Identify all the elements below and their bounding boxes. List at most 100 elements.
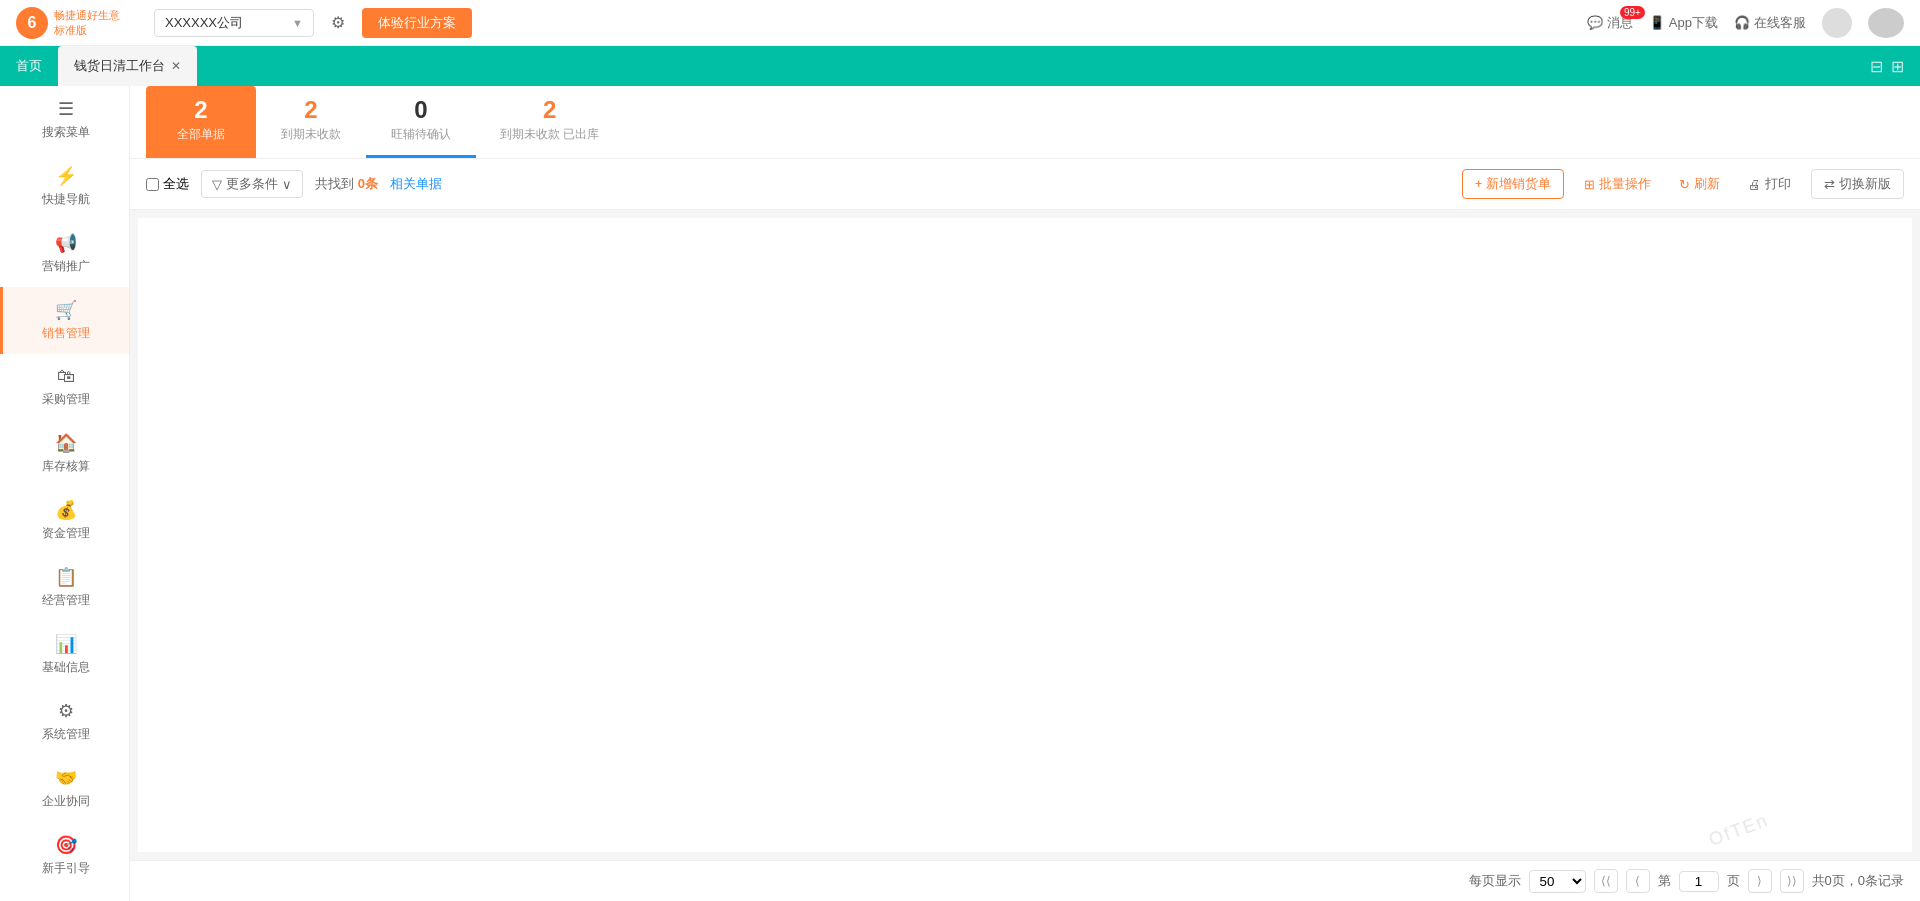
header-right: 💬 消息 99+ 📱 App下载 🎧 在线客服	[1587, 8, 1904, 38]
switch-version-button[interactable]: ⇄ 切换新版	[1811, 169, 1904, 199]
page-size-select[interactable]: 50 100 200	[1529, 870, 1586, 893]
page-last-button[interactable]: ⟩⟩	[1780, 869, 1804, 893]
sidebar-item-marketing[interactable]: 📢 营销推广	[0, 220, 129, 287]
avatar[interactable]	[1822, 8, 1852, 38]
stat-overdue-unshipped-number: 2	[543, 98, 556, 122]
filter-chevron-icon: ∨	[282, 177, 292, 192]
sidebar-item-app-center[interactable]: 📦 应用中心	[0, 889, 129, 901]
stat-all-label: 全部单据	[177, 126, 225, 143]
stat-tab-overdue-unshipped[interactable]: 2 到期未收款 已出库	[476, 86, 623, 158]
footer-bar: 每页显示 50 100 200 ⟨⟨ ⟨ 第 1 页 ⟩ ⟩⟩ 共0页，0条记录	[130, 860, 1920, 901]
app-download-label: App下载	[1669, 14, 1718, 32]
page-first-button[interactable]: ⟨⟨	[1594, 869, 1618, 893]
trial-button[interactable]: 体验行业方案	[362, 8, 472, 38]
sidebar-item-cooperation-label: 企业协同	[42, 793, 90, 810]
tab-work-label: 钱货日清工作台	[74, 57, 165, 75]
add-sales-order-button[interactable]: + 新增销货单	[1462, 169, 1564, 199]
stat-wangpu-label: 旺辅待确认	[391, 126, 451, 143]
guide-icon: 🎯	[55, 834, 77, 856]
switch-label: 切换新版	[1839, 175, 1891, 193]
tab-expand-icon[interactable]: ⊞	[1891, 57, 1904, 76]
company-selector[interactable]: XXXXXX公司 ▼	[154, 9, 314, 37]
operations-icon: 📋	[55, 566, 77, 588]
print-button[interactable]: 🖨 打印	[1740, 170, 1799, 198]
app-download-button[interactable]: 📱 App下载	[1649, 14, 1718, 32]
logo-text: 畅捷通好生意 标准版	[54, 8, 120, 37]
page-next-button[interactable]: ⟩	[1748, 869, 1772, 893]
sidebar-item-system[interactable]: ⚙ 系统管理	[0, 688, 129, 755]
chevron-down-icon: ▼	[292, 17, 303, 29]
sidebar-item-purchase-label: 采购管理	[42, 391, 90, 408]
sidebar-item-operations-label: 经营管理	[42, 592, 90, 609]
stat-tab-all[interactable]: 2 全部单据	[146, 86, 256, 158]
sidebar-item-quick-nav[interactable]: ⚡ 快捷导航	[0, 153, 129, 220]
sidebar-item-sales-label: 销售管理	[42, 325, 90, 342]
page-unit: 页	[1727, 872, 1740, 890]
sidebar-item-guide[interactable]: 🎯 新手引导	[0, 822, 129, 889]
sidebar-item-search[interactable]: ☰ 搜索菜单	[0, 86, 129, 153]
filter-button[interactable]: ▽ 更多条件 ∨	[201, 170, 303, 198]
per-page-label: 每页显示	[1469, 872, 1521, 890]
sales-icon: 🛒	[55, 299, 77, 321]
logo-area: 6 畅捷通好生意 标准版	[16, 7, 146, 39]
filter-label: 更多条件	[226, 175, 278, 193]
sidebar-item-sales[interactable]: 🛒 销售管理	[0, 287, 129, 354]
service-icon: 🎧	[1734, 15, 1750, 30]
message-icon: 💬	[1587, 15, 1603, 30]
sidebar-item-basic-info[interactable]: 📊 基础信息	[0, 621, 129, 688]
batch-operation-button[interactable]: ⊞ 批量操作	[1576, 170, 1659, 198]
top-header: 6 畅捷通好生意 标准版 XXXXXX公司 ▼ ⚙ 体验行业方案 💬 消息 99…	[0, 0, 1920, 46]
sidebar-item-search-label: 搜索菜单	[42, 124, 90, 141]
sidebar-item-inventory-label: 库存核算	[42, 458, 90, 475]
stat-tab-wangpu[interactable]: 0 旺辅待确认	[366, 86, 476, 158]
online-service-button[interactable]: 🎧 在线客服	[1734, 14, 1806, 32]
sidebar-item-operations[interactable]: 📋 经营管理	[0, 554, 129, 621]
refresh-icon: ↻	[1679, 177, 1690, 192]
online-service-label: 在线客服	[1754, 14, 1806, 32]
sidebar-item-system-label: 系统管理	[42, 726, 90, 743]
tab-home[interactable]: 首页	[0, 46, 58, 86]
refresh-button[interactable]: ↻ 刷新	[1671, 170, 1728, 198]
stat-tab-overdue[interactable]: 2 到期未收款	[256, 86, 366, 158]
settings-button[interactable]: ⚙	[322, 7, 354, 39]
sidebar-item-finance[interactable]: 💰 资金管理	[0, 487, 129, 554]
tab-work[interactable]: 钱货日清工作台 ✕	[58, 46, 197, 86]
purchase-icon: 🛍	[57, 366, 75, 387]
stat-overdue-label: 到期未收款	[281, 126, 341, 143]
filter-icon: ▽	[212, 177, 222, 192]
search-menu-icon: ☰	[58, 98, 74, 120]
sidebar-item-finance-label: 资金管理	[42, 525, 90, 542]
sidebar: ☰ 搜索菜单 ⚡ 快捷导航 📢 营销推广 🛒 销售管理 🛍 采购管理 🏠 库存核…	[0, 86, 130, 901]
logo-icon: 6	[16, 7, 48, 39]
found-text: 共找到 0条	[315, 175, 378, 193]
finance-icon: 💰	[55, 499, 77, 521]
message-button[interactable]: 💬 消息 99+	[1587, 14, 1633, 32]
select-all-checkbox[interactable]	[146, 178, 159, 191]
main-layout: ☰ 搜索菜单 ⚡ 快捷导航 📢 营销推广 🛒 销售管理 🛍 采购管理 🏠 库存核…	[0, 86, 1920, 901]
toolbar: 全选 ▽ 更多条件 ∨ 共找到 0条 相关单据 + 新增销货单 ⊞ 批量操作 ↻	[130, 159, 1920, 210]
stat-wangpu-number: 0	[414, 98, 427, 122]
related-link[interactable]: 相关单据	[390, 175, 442, 193]
table-area	[138, 218, 1912, 852]
page-prev-button[interactable]: ⟨	[1626, 869, 1650, 893]
stats-tabs: 2 全部单据 2 到期未收款 0 旺辅待确认 2 到期未收款 已出库	[130, 86, 1920, 159]
company-name: XXXXXX公司	[165, 14, 286, 32]
inventory-icon: 🏠	[55, 432, 77, 454]
download-icon: 📱	[1649, 15, 1665, 30]
print-label: 打印	[1765, 175, 1791, 193]
sidebar-item-cooperation[interactable]: 🤝 企业协同	[0, 755, 129, 822]
username-display[interactable]	[1868, 8, 1904, 38]
message-badge: 99+	[1620, 6, 1645, 19]
page-label: 第	[1658, 872, 1671, 890]
page-number-input[interactable]: 1	[1679, 871, 1719, 892]
select-all-group: 全选	[146, 175, 189, 193]
tab-close-icon[interactable]: ✕	[171, 59, 181, 73]
tab-minimize-icon[interactable]: ⊟	[1870, 57, 1883, 76]
refresh-label: 刷新	[1694, 175, 1720, 193]
system-icon: ⚙	[58, 700, 74, 722]
quick-nav-icon: ⚡	[55, 165, 77, 187]
sidebar-item-purchase[interactable]: 🛍 采购管理	[0, 354, 129, 420]
sidebar-item-inventory[interactable]: 🏠 库存核算	[0, 420, 129, 487]
total-record-text: 共0页，0条记录	[1812, 872, 1904, 890]
stat-overdue-number: 2	[304, 98, 317, 122]
